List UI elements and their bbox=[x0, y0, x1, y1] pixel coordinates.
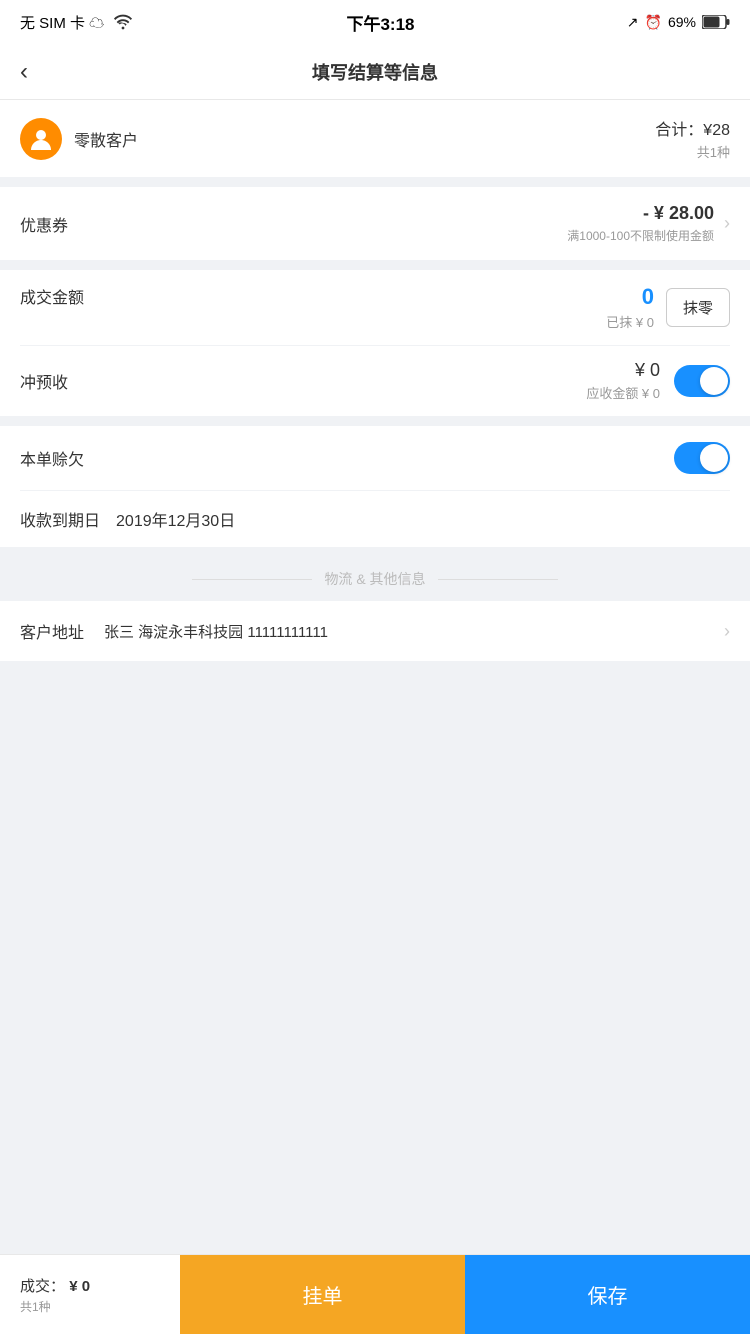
address-value: 张三 海淀永丰科技园 11111111111 bbox=[104, 621, 724, 642]
coupon-value: - ¥ 28.00 满1000-100不限制使用金额 bbox=[567, 203, 714, 244]
customer-name: 零散客户 bbox=[74, 127, 138, 151]
customer-section: 零散客户 合计：¥28 共1种 bbox=[0, 100, 750, 177]
bottom-deal: 成交： ¥ 0 bbox=[20, 1275, 160, 1296]
transaction-amount: 0 bbox=[606, 284, 654, 310]
nav-bar: ‹ 填写结算等信息 bbox=[0, 44, 750, 100]
transaction-right: 0 已抹 ¥ 0 抹零 bbox=[606, 284, 730, 331]
debt-toggle[interactable] bbox=[674, 442, 730, 474]
page-title: 填写结算等信息 bbox=[312, 59, 438, 85]
prereceive-value-col: ¥ 0 应收金额 ¥ 0 bbox=[586, 360, 660, 402]
bottom-deal-value: ¥ 0 bbox=[69, 1278, 90, 1295]
bottom-bar: 成交： ¥ 0 共1种 挂单 保存 bbox=[0, 1254, 750, 1334]
total-amount: 合计：¥28 bbox=[655, 116, 730, 140]
due-date-value: 2019年12月30日 bbox=[116, 507, 235, 531]
bottom-info: 成交： ¥ 0 共1种 bbox=[0, 1275, 180, 1315]
transaction-sub: 已抹 ¥ 0 bbox=[606, 312, 654, 331]
transaction-section: 成交金额 0 已抹 ¥ 0 抹零 冲预收 ¥ 0 应收金额 ¥ 0 bbox=[0, 270, 750, 416]
prereceive-amount: ¥ 0 bbox=[586, 360, 660, 381]
customer-total: 合计：¥28 共1种 bbox=[655, 116, 730, 161]
coupon-desc: 满1000-100不限制使用金额 bbox=[567, 227, 714, 244]
customer-row: 零散客户 合计：¥28 共1种 bbox=[0, 100, 750, 177]
battery-label: 69% bbox=[668, 14, 696, 30]
debt-toggle-knob bbox=[700, 444, 728, 472]
transaction-row: 成交金额 0 已抹 ¥ 0 抹零 bbox=[0, 270, 750, 345]
empty-area bbox=[0, 671, 750, 871]
status-right: ↗ ⏰ 69% bbox=[627, 14, 730, 31]
transaction-value-col: 0 已抹 ¥ 0 bbox=[606, 284, 654, 331]
customer-left: 零散客户 bbox=[20, 118, 138, 160]
toggle-knob bbox=[700, 367, 728, 395]
alarm-icon: ⏰ bbox=[645, 14, 662, 31]
debt-row: 本单赊欠 bbox=[0, 426, 750, 490]
prereceive-right: ¥ 0 应收金额 ¥ 0 bbox=[586, 360, 730, 402]
location-icon: ↗ bbox=[627, 14, 639, 31]
logistics-label: 物流 & 其他信息 bbox=[324, 569, 425, 589]
coupon-chevron-icon: › bbox=[724, 213, 730, 234]
total-count: 共1种 bbox=[655, 142, 730, 161]
prereceive-row: 冲预收 ¥ 0 应收金额 ¥ 0 bbox=[0, 346, 750, 416]
transaction-label: 成交金额 bbox=[20, 284, 84, 308]
bottom-deal-label: 成交： bbox=[20, 1278, 65, 1295]
battery-icon bbox=[702, 15, 730, 29]
sim-label: 无 SIM 卡 ☁ bbox=[20, 12, 104, 33]
coupon-section: 优惠券 - ¥ 28.00 满1000-100不限制使用金额 › bbox=[0, 187, 750, 260]
bottom-btn-group: 挂单 保存 bbox=[180, 1255, 750, 1334]
logistics-divider: 物流 & 其他信息 bbox=[0, 557, 750, 601]
logistics-line-right bbox=[438, 579, 558, 580]
address-label: 客户地址 bbox=[20, 619, 84, 643]
prereceive-sub: 应收金额 ¥ 0 bbox=[586, 383, 660, 402]
back-button[interactable]: ‹ bbox=[20, 58, 28, 86]
address-chevron-icon: › bbox=[724, 621, 730, 642]
save-button[interactable]: 保存 bbox=[465, 1255, 750, 1334]
prereceive-label: 冲预收 bbox=[20, 369, 68, 393]
status-bar: 无 SIM 卡 ☁ 下午3:18 ↗ ⏰ 69% bbox=[0, 0, 750, 44]
due-date-label: 收款到期日 bbox=[20, 507, 100, 531]
address-row[interactable]: 客户地址 张三 海淀永丰科技园 11111111111 › bbox=[0, 601, 750, 661]
coupon-right: - ¥ 28.00 满1000-100不限制使用金额 › bbox=[567, 203, 730, 244]
debt-section: 本单赊欠 收款到期日 2019年12月30日 bbox=[0, 426, 750, 547]
status-left: 无 SIM 卡 ☁ bbox=[20, 12, 134, 33]
coupon-amount: - ¥ 28.00 bbox=[567, 203, 714, 224]
debt-label: 本单赊欠 bbox=[20, 446, 84, 470]
status-time: 下午3:18 bbox=[346, 10, 414, 35]
prereceive-toggle[interactable] bbox=[674, 365, 730, 397]
due-date-row: 收款到期日 2019年12月30日 bbox=[0, 491, 750, 547]
coupon-label: 优惠券 bbox=[20, 212, 68, 236]
logistics-line-left bbox=[192, 579, 312, 580]
wifi-icon bbox=[112, 14, 134, 30]
content: 零散客户 合计：¥28 共1种 优惠券 - ¥ 28.00 满1000-100不… bbox=[0, 100, 750, 971]
hold-button[interactable]: 挂单 bbox=[180, 1255, 465, 1334]
coupon-row[interactable]: 优惠券 - ¥ 28.00 满1000-100不限制使用金额 › bbox=[0, 187, 750, 260]
round-zero-button[interactable]: 抹零 bbox=[666, 288, 730, 327]
avatar bbox=[20, 118, 62, 160]
bottom-count: 共1种 bbox=[20, 1298, 160, 1315]
address-section: 客户地址 张三 海淀永丰科技园 11111111111 › bbox=[0, 601, 750, 661]
